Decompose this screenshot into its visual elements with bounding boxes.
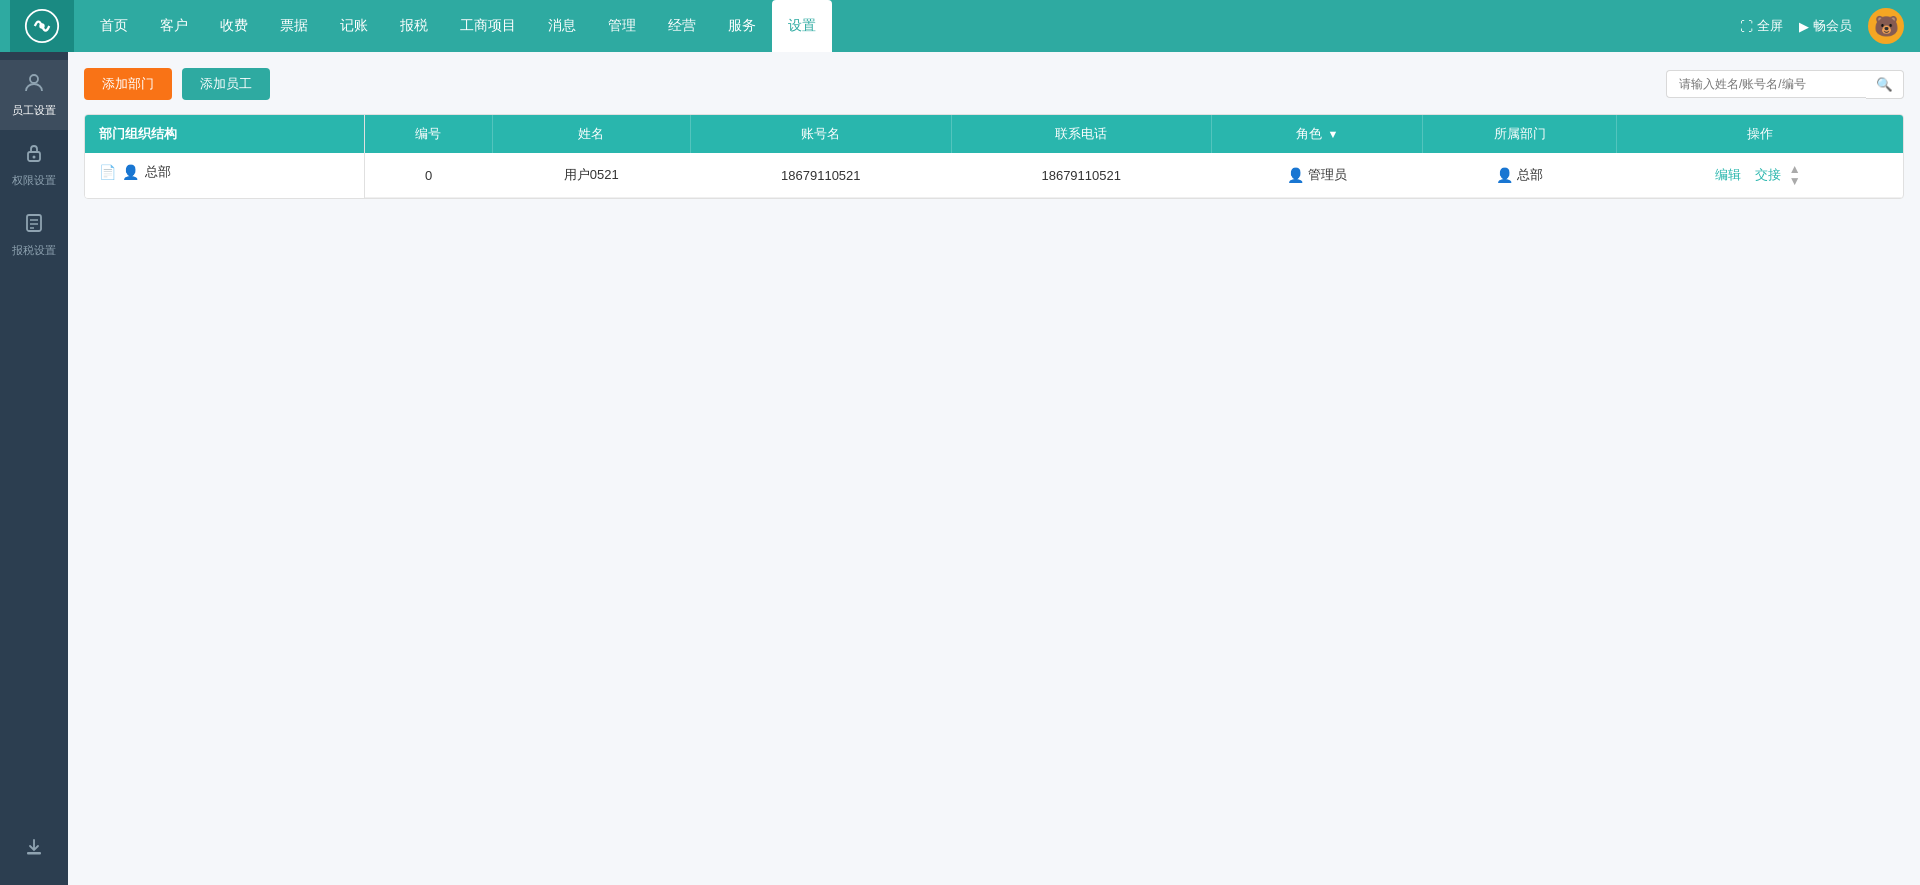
filter-icon: ▼ [1327, 128, 1338, 140]
cell-role: 👤 管理员 [1211, 153, 1422, 198]
nav-accounting[interactable]: 记账 [324, 0, 384, 52]
search-button[interactable]: 🔍 [1866, 70, 1904, 99]
lock-icon [23, 142, 45, 169]
content-area: 添加部门 添加员工 🔍 部门组织结构 📄 👤 总部 [68, 52, 1920, 885]
member-button[interactable]: ▶ 畅会员 [1799, 17, 1852, 35]
department-tree: 部门组织结构 📄 👤 总部 [85, 115, 365, 198]
user-avatar[interactable]: 🐻 [1868, 8, 1904, 44]
download-icon [23, 836, 45, 861]
fullscreen-button[interactable]: ⛶ 全屏 [1740, 17, 1783, 35]
cell-actions: 编辑 交接 ▲ ▼ [1616, 153, 1903, 198]
nav-service[interactable]: 服务 [712, 0, 772, 52]
col-action: 操作 [1616, 115, 1903, 153]
table-header-row: 编号 姓名 账号名 联系电话 角色 ▼ 所属部门 操作 [365, 115, 1903, 153]
sidebar-item-employee[interactable]: 员工设置 [0, 60, 68, 130]
nav-message[interactable]: 消息 [532, 0, 592, 52]
svg-rect-9 [27, 852, 41, 855]
sidebar-item-permission[interactable]: 权限设置 [0, 130, 68, 200]
sidebar-employee-label: 员工设置 [12, 103, 56, 118]
cell-account: 18679110521 [691, 153, 951, 198]
table-row: 0 用户0521 18679110521 18679110521 👤 管理员 [365, 153, 1903, 198]
nav-settings[interactable]: 设置 [772, 0, 832, 52]
nav-home[interactable]: 首页 [84, 0, 144, 52]
svg-point-4 [33, 156, 36, 159]
col-phone: 联系电话 [951, 115, 1211, 153]
edit-button[interactable]: 编辑 [1715, 166, 1741, 184]
dept-name: 总部 [145, 163, 171, 181]
search-icon: 🔍 [1876, 77, 1893, 92]
scroll-handle[interactable]: ▲ ▼ [1785, 163, 1805, 187]
toolbar: 添加部门 添加员工 🔍 [84, 68, 1904, 100]
transfer-button[interactable]: 交接 [1755, 166, 1781, 184]
sidebar-permission-label: 权限设置 [12, 173, 56, 188]
sidebar: 员工设置 权限设置 报税设置 [0, 52, 68, 885]
main-layout: 员工设置 权限设置 报税设置 [0, 52, 1920, 885]
add-department-button[interactable]: 添加部门 [84, 68, 172, 100]
search-input[interactable] [1666, 70, 1866, 98]
dept-icon: 👤 [1496, 167, 1513, 183]
nav-fee[interactable]: 收费 [204, 0, 264, 52]
role-icon: 👤 [1287, 167, 1304, 183]
logo[interactable] [10, 0, 74, 52]
fullscreen-label: 全屏 [1757, 17, 1783, 35]
col-dept: 所属部门 [1423, 115, 1617, 153]
col-account: 账号名 [691, 115, 951, 153]
nav-items: 首页 客户 收费 票据 记账 报税 工商项目 消息 管理 经营 服务 设置 [74, 0, 1740, 52]
col-role[interactable]: 角色 ▼ [1211, 115, 1422, 153]
svg-point-2 [30, 75, 38, 83]
nav-commerce[interactable]: 工商项目 [444, 0, 532, 52]
sidebar-item-tax-settings[interactable]: 报税设置 [0, 200, 68, 270]
cell-id: 0 [365, 153, 492, 198]
member-label: 畅会员 [1813, 17, 1852, 35]
top-navigation: 首页 客户 收费 票据 记账 报税 工商项目 消息 管理 经营 服务 设置 ⛶ … [0, 0, 1920, 52]
employee-layout: 部门组织结构 📄 👤 总部 编号 姓名 账号名 联系电话 [84, 114, 1904, 199]
nav-manage[interactable]: 管理 [592, 0, 652, 52]
nav-invoice[interactable]: 票据 [264, 0, 324, 52]
scroll-down-icon[interactable]: ▼ [1789, 175, 1801, 187]
dept-tree-header: 部门组织结构 [85, 115, 364, 153]
dept-tree-item[interactable]: 📄 👤 总部 [85, 153, 364, 191]
dept-value: 总部 [1517, 166, 1543, 184]
sidebar-download[interactable] [0, 824, 68, 873]
col-name: 姓名 [492, 115, 691, 153]
cell-phone: 18679110521 [951, 153, 1211, 198]
add-employee-button[interactable]: 添加员工 [182, 68, 270, 100]
cell-name: 用户0521 [492, 153, 691, 198]
svg-point-1 [39, 23, 44, 28]
role-value: 管理员 [1308, 166, 1347, 184]
sidebar-bottom [0, 824, 68, 873]
nav-operation[interactable]: 经营 [652, 0, 712, 52]
search-area: 🔍 [1666, 70, 1904, 99]
employee-table: 编号 姓名 账号名 联系电话 角色 ▼ 所属部门 操作 [365, 115, 1903, 198]
cell-dept: 👤 总部 [1423, 153, 1617, 198]
employee-icon [23, 72, 45, 99]
tax-settings-icon [23, 212, 45, 239]
nav-tax[interactable]: 报税 [384, 0, 444, 52]
fullscreen-icon: ⛶ [1740, 19, 1753, 34]
sidebar-tax-label: 报税设置 [12, 243, 56, 258]
dept-person-icon: 👤 [122, 164, 139, 180]
play-icon: ▶ [1799, 19, 1809, 34]
nav-right: ⛶ 全屏 ▶ 畅会员 🐻 [1740, 8, 1920, 44]
col-id: 编号 [365, 115, 492, 153]
employee-table-wrapper: 编号 姓名 账号名 联系电话 角色 ▼ 所属部门 操作 [365, 115, 1903, 198]
file-icon: 📄 [99, 164, 116, 180]
nav-customer[interactable]: 客户 [144, 0, 204, 52]
